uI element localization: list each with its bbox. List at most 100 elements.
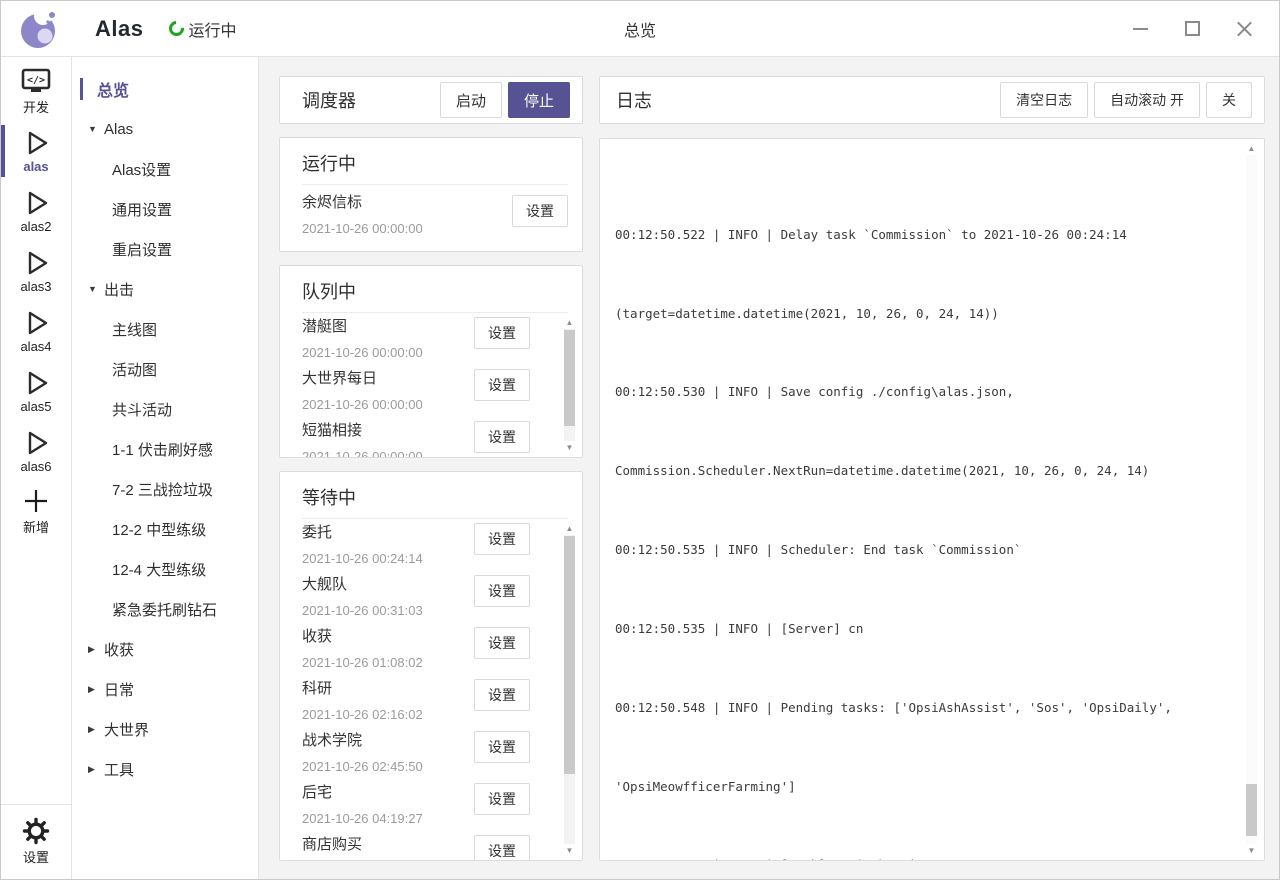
rail-label: 设置 bbox=[23, 847, 49, 866]
log-line: 00:12:50.535 | INFO | [Server] cn bbox=[615, 619, 1238, 639]
rail-item-dev[interactable]: </> 开发 bbox=[1, 61, 71, 121]
menu-item[interactable]: ▶ 大世界 bbox=[72, 709, 258, 749]
scroll-up-icon[interactable]: ▲ bbox=[1245, 143, 1258, 154]
plus-icon bbox=[22, 487, 50, 515]
menu-item-label: 活动图 bbox=[112, 359, 157, 380]
scrollbar-thumb[interactable] bbox=[564, 330, 575, 426]
rail-item-settings[interactable]: 设置 bbox=[1, 815, 71, 867]
chevron-icon: ▼ bbox=[88, 284, 104, 294]
chevron-icon: ▶ bbox=[88, 724, 104, 735]
task-name: 后宅 bbox=[302, 783, 474, 802]
close-icon[interactable] bbox=[1235, 20, 1253, 38]
task-row: 战术学院 2021-10-26 02:45:50 设置 bbox=[302, 727, 530, 779]
menu-item-label: 紧急委托刷钻石 bbox=[112, 599, 217, 620]
menu-item[interactable]: 主线图 bbox=[72, 309, 258, 349]
start-button[interactable]: 启动 bbox=[440, 82, 502, 118]
task-row: 后宅 2021-10-26 04:19:27 设置 bbox=[302, 779, 530, 831]
task-time: 2021-10-26 00:00:00 bbox=[302, 221, 512, 236]
menu-item[interactable]: 12-4 大型练级 bbox=[72, 549, 258, 589]
play-icon bbox=[22, 189, 50, 217]
log-card: 00:12:50.522 | INFO | Delay task `Commis… bbox=[599, 138, 1265, 861]
log-line: 00:12:50.548 | INFO | Pending tasks: ['O… bbox=[615, 698, 1238, 718]
instance-rail: </> 开发 alas alas2 a bbox=[1, 57, 72, 879]
task-settings-button[interactable]: 设置 bbox=[474, 783, 530, 815]
app-title: Alas bbox=[95, 16, 143, 42]
task-info: 委托 2021-10-26 00:24:14 bbox=[302, 523, 474, 566]
menu-item[interactable]: 1-1 伏击刷好感 bbox=[72, 429, 258, 469]
task-settings-button[interactable]: 设置 bbox=[474, 575, 530, 607]
rail-item-add[interactable]: 新增 bbox=[1, 481, 71, 541]
minimize-icon[interactable] bbox=[1131, 20, 1149, 38]
task-info: 后宅 2021-10-26 04:19:27 bbox=[302, 783, 474, 826]
rail-item-alas5[interactable]: alas5 bbox=[1, 361, 71, 421]
svg-text:</>: </> bbox=[27, 75, 45, 86]
play-icon bbox=[22, 129, 50, 157]
task-row: 潜艇图 2021-10-26 00:00:00 设置 bbox=[302, 313, 530, 365]
running-spinner-icon bbox=[166, 18, 187, 39]
autoscroll-toggle-button[interactable]: 自动滚动 开 bbox=[1094, 82, 1200, 118]
maximize-icon[interactable] bbox=[1183, 20, 1201, 38]
scrollbar-thumb[interactable] bbox=[1246, 784, 1257, 836]
rail-label: 新增 bbox=[23, 517, 49, 536]
menu-item-label: 总览 bbox=[97, 77, 129, 101]
log-output[interactable]: 00:12:50.522 | INFO | Delay task `Commis… bbox=[615, 146, 1238, 861]
task-settings-button[interactable]: 设置 bbox=[474, 421, 530, 453]
rail-item-alas3[interactable]: alas3 bbox=[1, 241, 71, 301]
menu-item-label: Alas设置 bbox=[112, 159, 171, 180]
task-row: 收获 2021-10-26 01:08:02 设置 bbox=[302, 623, 530, 675]
task-settings-button[interactable]: 设置 bbox=[474, 369, 530, 401]
waiting-scrollbar[interactable]: ▲ ▼ bbox=[563, 523, 576, 856]
menu-item-label: Alas bbox=[104, 121, 133, 138]
menu-item[interactable]: 12-2 中型练级 bbox=[72, 509, 258, 549]
menu-item-label: 日常 bbox=[104, 679, 134, 700]
menu-item[interactable]: 7-2 三战捡垃圾 bbox=[72, 469, 258, 509]
task-settings-button[interactable]: 设置 bbox=[474, 523, 530, 555]
menu-item-label: 12-4 大型练级 bbox=[112, 559, 206, 580]
scroll-down-icon[interactable]: ▼ bbox=[563, 442, 576, 453]
task-settings-button[interactable]: 设置 bbox=[474, 835, 530, 860]
menu-item[interactable]: ▼ Alas bbox=[72, 109, 258, 149]
menu-item[interactable]: 重启设置 bbox=[72, 229, 258, 269]
pending-scrollbar[interactable]: ▲ ▼ bbox=[563, 317, 576, 453]
page-title: 总览 bbox=[624, 17, 656, 41]
menu-item[interactable]: 总览 bbox=[72, 69, 258, 109]
stop-button[interactable]: 停止 bbox=[508, 82, 570, 118]
scroll-down-icon[interactable]: ▼ bbox=[1245, 845, 1258, 856]
scrollbar-thumb[interactable] bbox=[564, 536, 575, 774]
task-settings-button[interactable]: 设置 bbox=[474, 731, 530, 763]
scroll-down-icon[interactable]: ▼ bbox=[563, 845, 576, 856]
status-label: 运行中 bbox=[188, 17, 236, 41]
menu-item[interactable]: ▶ 工具 bbox=[72, 749, 258, 789]
task-info: 余烬信标 2021-10-26 00:00:00 bbox=[302, 193, 512, 236]
scroll-up-icon[interactable]: ▲ bbox=[563, 317, 576, 328]
pending-title: 队列中 bbox=[302, 278, 560, 304]
rail-label: alas bbox=[23, 159, 48, 174]
play-icon bbox=[22, 309, 50, 337]
menu-item[interactable]: ▶ 收获 bbox=[72, 629, 258, 669]
menu-item[interactable]: ▼ 出击 bbox=[72, 269, 258, 309]
title-bar: Alas 运行中 总览 bbox=[1, 1, 1279, 57]
task-settings-button[interactable]: 设置 bbox=[474, 317, 530, 349]
menu-item[interactable]: 活动图 bbox=[72, 349, 258, 389]
clear-log-button[interactable]: 清空日志 bbox=[1000, 82, 1088, 118]
chevron-icon: ▶ bbox=[88, 764, 104, 775]
log-scrollbar[interactable]: ▲ ▼ bbox=[1245, 143, 1258, 856]
rail-item-alas[interactable]: alas bbox=[1, 121, 71, 181]
task-settings-button[interactable]: 设置 bbox=[512, 195, 568, 227]
menu-item[interactable]: 共斗活动 bbox=[72, 389, 258, 429]
menu-item-label: 主线图 bbox=[112, 319, 157, 340]
scrollbar-track[interactable] bbox=[1246, 155, 1257, 844]
scroll-up-icon[interactable]: ▲ bbox=[563, 523, 576, 534]
rail-item-alas6[interactable]: alas6 bbox=[1, 421, 71, 481]
menu-item[interactable]: 紧急委托刷钻石 bbox=[72, 589, 258, 629]
menu-item[interactable]: ▶ 日常 bbox=[72, 669, 258, 709]
task-settings-button[interactable]: 设置 bbox=[474, 627, 530, 659]
rail-item-alas2[interactable]: alas2 bbox=[1, 181, 71, 241]
menu-item[interactable]: Alas设置 bbox=[72, 149, 258, 189]
rail-item-alas4[interactable]: alas4 bbox=[1, 301, 71, 361]
scheduler-title: 调度器 bbox=[302, 87, 440, 113]
task-settings-button[interactable]: 设置 bbox=[474, 679, 530, 711]
task-row: 商店购买 设置 bbox=[302, 831, 530, 860]
menu-item[interactable]: 通用设置 bbox=[72, 189, 258, 229]
log-off-button[interactable]: 关 bbox=[1206, 82, 1252, 118]
